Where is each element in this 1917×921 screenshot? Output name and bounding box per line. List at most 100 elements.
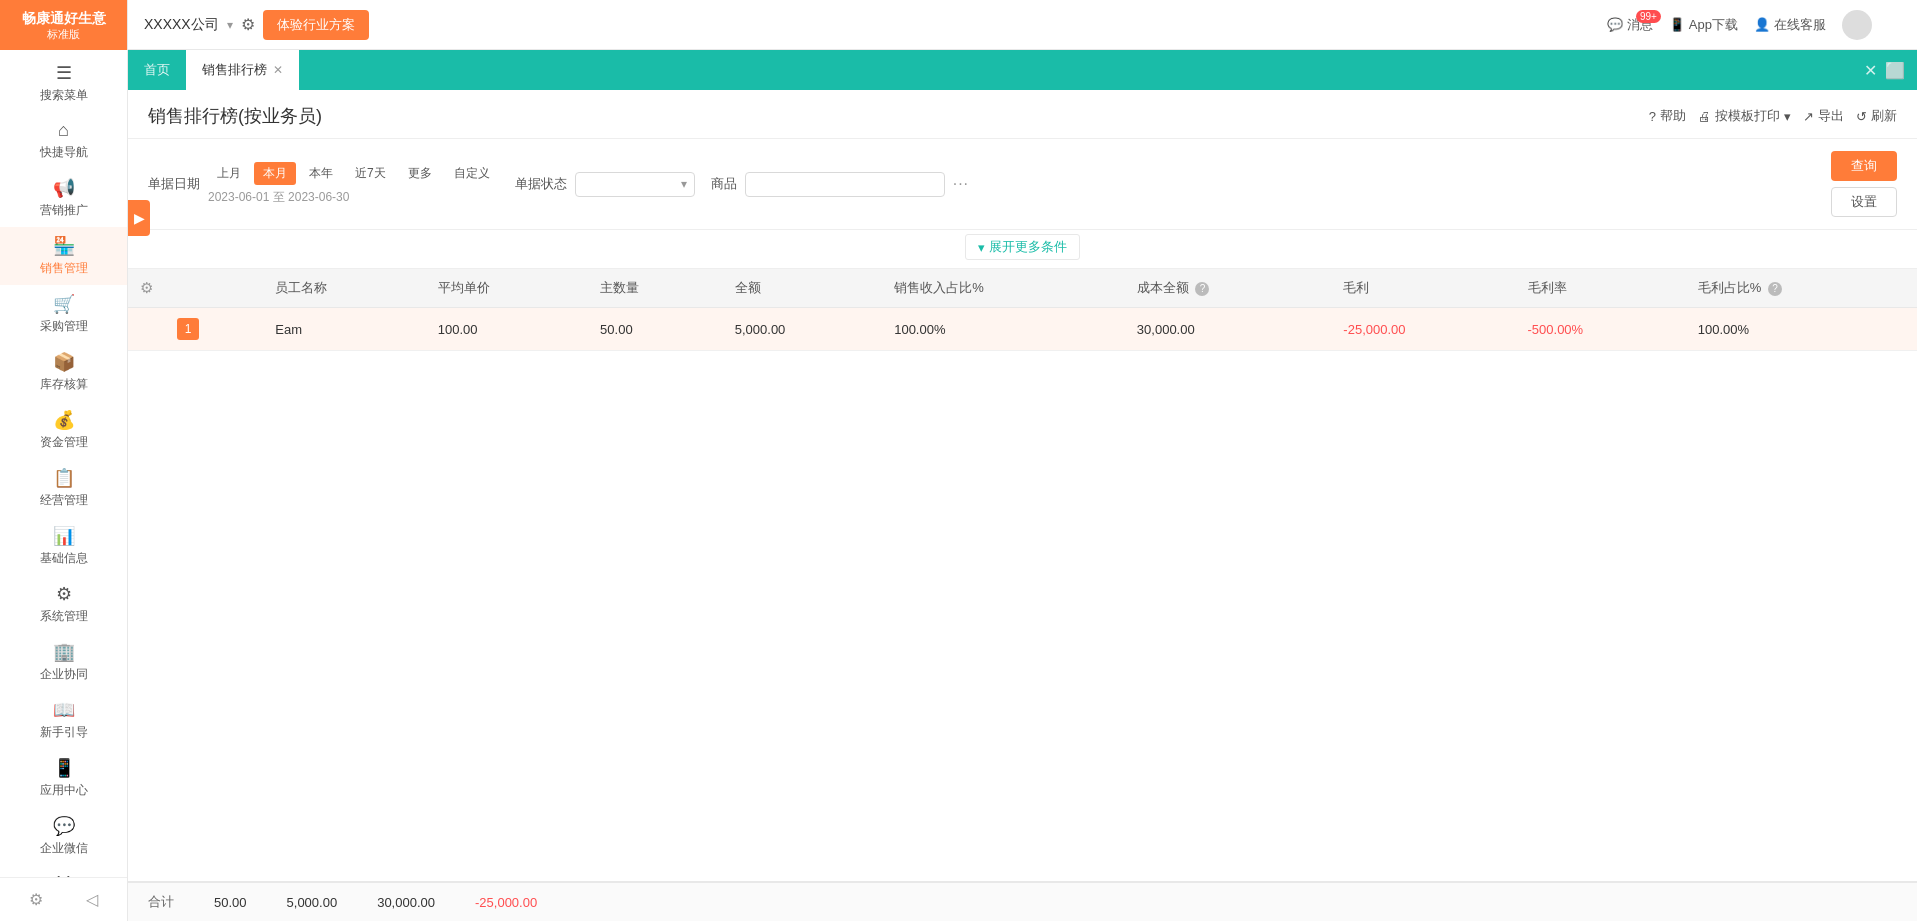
sidebar-label-system: 系统管理 [40,608,88,625]
page-title: 销售排行榜(按业务员) [148,104,322,128]
page-header: 销售排行榜(按业务员) ? 帮助 🖨 按模板打印 ▾ ↗ 导出 ↺ 刷新 [128,90,1917,139]
tab-home[interactable]: 首页 [128,50,186,90]
tab-home-label: 首页 [144,61,170,79]
tab-sales-rank-label: 销售排行榜 [202,61,267,79]
page-area: 销售排行榜(按业务员) ? 帮助 🖨 按模板打印 ▾ ↗ 导出 ↺ 刷新 [128,90,1917,921]
action-buttons: 查询 设置 [1831,151,1897,217]
sidebar-label-basic-info: 基础信息 [40,550,88,567]
refresh-btn[interactable]: ↺ 刷新 [1856,107,1897,125]
gear-icon[interactable]: ⚙ [140,279,153,296]
sidebar-icon-marketing: 📢 [53,177,75,199]
footer-main-qty: 50.00 [214,895,247,910]
experience-btn[interactable]: 体验行业方案 [263,10,369,40]
expand-icon: ▾ [978,240,985,255]
sidebar-label-enterprise-wechat: 企业微信 [40,840,88,857]
cost-info-icon[interactable]: ? [1195,282,1209,296]
date-options-col: 上月 本月 本年 近7天 更多 自定义 2023-06-01 至 2023-06… [208,162,499,206]
print-icon: 🖨 [1698,109,1711,124]
sidebar-item-quick-nav[interactable]: ⌂快捷导航 [0,112,127,169]
template-print-btn[interactable]: 🖨 按模板打印 ▾ [1698,107,1791,125]
online-service-btn[interactable]: 👤 在线客服 [1754,16,1826,34]
expand-more-btn[interactable]: ▾ 展开更多条件 [965,234,1080,260]
sidebar-item-enterprise[interactable]: 🏢企业协同 [0,633,127,691]
query-btn[interactable]: 查询 [1831,151,1897,181]
sidebar-item-operation[interactable]: 📋经营管理 [0,459,127,517]
td-gross-profit-0: -25,000.00 [1331,308,1515,351]
th-rank [165,269,263,308]
more-dots[interactable]: ··· [953,175,969,193]
data-table-area: ⚙ 员工名称 平均单价 主数量 全额 销售收入占比% 成本全额 ? 毛利 毛利率… [128,269,1917,881]
tab-close-icon[interactable]: ✕ [273,63,283,77]
sidebar-icon-guide: 📖 [53,699,75,721]
sidebar-item-sales[interactable]: 🏪销售管理 [0,227,127,285]
th-sales-revenue-pct: 销售收入占比% [882,269,1125,308]
status-select-wrapper [575,172,695,197]
th-gross-margin: 毛利率 [1516,269,1686,308]
app-logo: 畅康通好生意 标准版 [0,0,127,50]
td-sales-pct-0: 100.00% [882,308,1125,351]
page-actions: ? 帮助 🖨 按模板打印 ▾ ↗ 导出 ↺ 刷新 [1649,107,1897,125]
sidebar-item-marketing[interactable]: 📢营销推广 [0,169,127,227]
sidebar-item-basic-info[interactable]: 📊 基础信息 [0,517,127,575]
sidebar-item-system[interactable]: ⚙系统管理 [0,575,127,633]
online-service-icon: 👤 [1754,17,1770,32]
date-opt-more[interactable]: 更多 [399,162,441,185]
td-employee-0: Eam [263,308,425,351]
sidebar-item-search-order[interactable]: ☰ 搜索菜单 [0,54,127,112]
goods-filter-group: 商品 ··· [711,172,969,197]
tab-sales-rank[interactable]: 销售排行榜 ✕ [186,50,299,90]
sidebar-icon-search-order: ☰ [56,62,72,84]
logo-line1: 畅康通好生意 [22,9,106,27]
sidebar-collapse-icon[interactable]: ◁ [86,890,98,909]
sidebar-settings-icon[interactable]: ⚙ [29,890,43,909]
td-gross-pct-0: 100.00% [1686,308,1917,351]
export-btn[interactable]: ↗ 导出 [1803,107,1844,125]
app-download-label: App下载 [1689,16,1738,34]
sidebar-label-app-center: 应用中心 [40,782,88,799]
sidebar-item-member[interactable]: V畅会员 [0,865,127,877]
sidebar-icon-basic-info: 📊 [53,525,75,547]
gross-pct-info-icon[interactable]: ? [1768,282,1782,296]
date-filter-group: 单据日期 上月 本月 本年 近7天 更多 自定义 2023-06-01 至 20… [148,162,499,206]
sidebar-item-inventory[interactable]: 📦库存核算 [0,343,127,401]
expand-row: ▾ 展开更多条件 [128,230,1917,269]
date-range-display: 2023-06-01 至 2023-06-30 [208,189,499,206]
th-gross-pct: 毛利占比% ? [1686,269,1917,308]
th-main-qty: 主数量 [588,269,723,308]
tab-close-window-icon[interactable]: ✕ [1864,61,1877,80]
online-service-label: 在线客服 [1774,16,1826,34]
sidebar-item-guide[interactable]: 📖 新手引导 [0,691,127,749]
sidebar-icon-inventory: 📦 [53,351,75,373]
help-btn[interactable]: ? 帮助 [1649,107,1686,125]
company-dropdown-icon[interactable]: ▾ [227,18,233,32]
export-icon: ↗ [1803,109,1814,124]
sidebar-icon-enterprise: 🏢 [53,641,75,663]
print-dropdown-icon: ▾ [1784,109,1791,124]
date-opt-custom[interactable]: 自定义 [445,162,499,185]
status-select[interactable] [575,172,695,197]
date-opt-this-month[interactable]: 本月 [254,162,296,185]
date-opt-last-month[interactable]: 上月 [208,162,250,185]
goods-input[interactable] [745,172,945,197]
message-btn[interactable]: 💬 消息 99+ [1607,16,1653,34]
main-content: XXXXX公司 ▾ ⚙ 体验行业方案 💬 消息 99+ 📱 App下载 👤 在线… [128,0,1917,921]
avatar[interactable] [1842,10,1872,40]
date-opt-this-year[interactable]: 本年 [300,162,342,185]
th-total-amount: 全额 [723,269,882,308]
sidebar-item-finance[interactable]: 💰资金管理 [0,401,127,459]
side-expand-arrow[interactable]: ▶ [128,200,150,236]
settings-filter-btn[interactable]: 设置 [1831,187,1897,217]
sidebar-item-app-center[interactable]: 📱应用中心 [0,749,127,807]
tab-restore-icon[interactable]: ⬜ [1885,61,1905,80]
refresh-icon: ↺ [1856,109,1867,124]
sidebar-label-guide: 新手引导 [40,724,88,741]
avatar-label [1888,16,1901,34]
header-settings-icon[interactable]: ⚙ [241,15,255,34]
sidebar-item-purchase[interactable]: 🛒采购管理 [0,285,127,343]
app-download-btn[interactable]: 📱 App下载 [1669,16,1738,34]
sidebar-item-enterprise-wechat[interactable]: 💬企业微信 [0,807,127,865]
sidebar-label-search-order: 搜索菜单 [40,87,88,104]
th-settings[interactable]: ⚙ [128,269,165,308]
rank-badge-0: 1 [177,318,199,340]
date-opt-7days[interactable]: 近7天 [346,162,395,185]
